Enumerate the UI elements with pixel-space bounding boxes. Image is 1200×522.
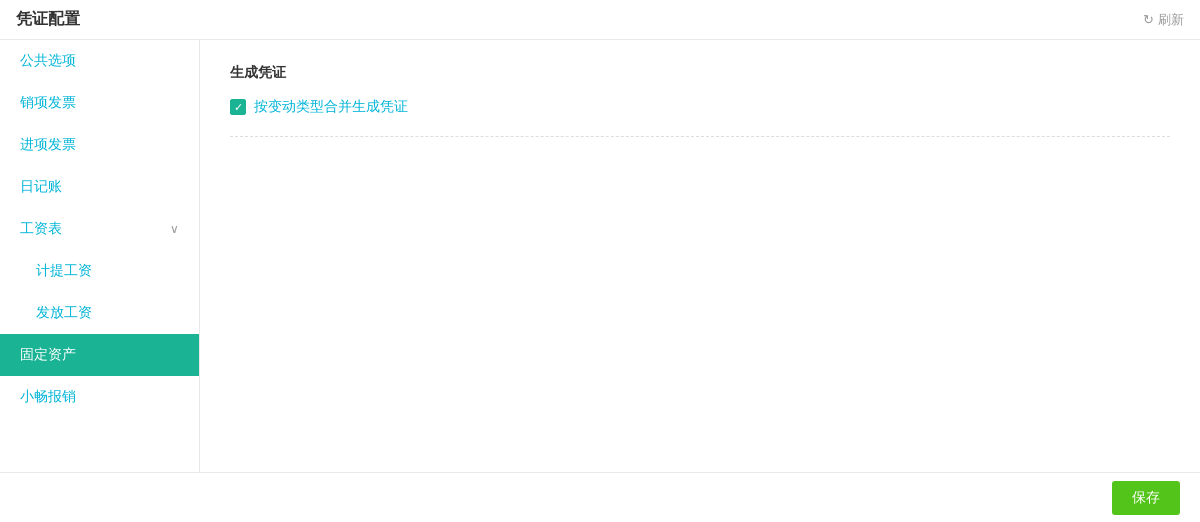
page-wrapper: 凭证配置 ↻ 刷新 公共选项销项发票进项发票日记账工资表 ∨ 计提工资发放工资固定资… bbox=[0, 0, 1200, 522]
main-layout: 公共选项销项发票进项发票日记账工资表 ∨ 计提工资发放工资固定资产小畅报销 生成凭证… bbox=[0, 40, 1200, 522]
refresh-label: 刷新 bbox=[1158, 11, 1184, 29]
sidebar-item-distribute[interactable]: 发放工资 bbox=[0, 292, 199, 334]
section-divider bbox=[230, 136, 1170, 137]
sidebar-item-label: 工资表 bbox=[20, 220, 62, 238]
sidebar-item-public-options[interactable]: 公共选项 bbox=[0, 40, 199, 82]
header: 凭证配置 ↻ 刷新 bbox=[0, 0, 1200, 40]
sidebar-item-label: 进项发票 bbox=[20, 136, 76, 154]
sidebar-item-label: 日记账 bbox=[20, 178, 62, 196]
checkbox-label: 按变动类型合并生成凭证 bbox=[254, 98, 408, 116]
sidebar-item-label: 计提工资 bbox=[36, 262, 92, 280]
sidebar-item-sales-invoice[interactable]: 销项发票 bbox=[0, 82, 199, 124]
chevron-down-icon: ∨ bbox=[170, 222, 179, 236]
sidebar-item-purchase-invoice[interactable]: 进项发票 bbox=[0, 124, 199, 166]
sidebar-item-label: 销项发票 bbox=[20, 94, 76, 112]
main-content: 生成凭证 按变动类型合并生成凭证 bbox=[200, 40, 1200, 522]
sidebar-item-label: 固定资产 bbox=[20, 346, 76, 364]
merge-checkbox[interactable] bbox=[230, 99, 246, 115]
save-button[interactable]: 保存 bbox=[1112, 481, 1180, 515]
section-title: 生成凭证 bbox=[230, 64, 1170, 82]
refresh-button[interactable]: ↻ 刷新 bbox=[1143, 11, 1184, 29]
sidebar-item-payroll-table[interactable]: 工资表 ∨ bbox=[0, 208, 199, 250]
checkbox-row: 按变动类型合并生成凭证 bbox=[230, 98, 1170, 116]
page-title: 凭证配置 bbox=[16, 9, 80, 30]
refresh-icon: ↻ bbox=[1143, 12, 1154, 27]
sidebar-item-label: 公共选项 bbox=[20, 52, 76, 70]
sidebar-item-expense-report[interactable]: 小畅报销 bbox=[0, 376, 199, 418]
sidebar: 公共选项销项发票进项发票日记账工资表 ∨ 计提工资发放工资固定资产小畅报销 bbox=[0, 40, 200, 522]
sidebar-item-label: 发放工资 bbox=[36, 304, 92, 322]
sidebar-item-journal[interactable]: 日记账 bbox=[0, 166, 199, 208]
footer: 保存 bbox=[0, 472, 1200, 522]
sidebar-item-label: 小畅报销 bbox=[20, 388, 76, 406]
sidebar-item-commission[interactable]: 计提工资 bbox=[0, 250, 199, 292]
sidebar-item-fixed-assets[interactable]: 固定资产 bbox=[0, 334, 199, 376]
